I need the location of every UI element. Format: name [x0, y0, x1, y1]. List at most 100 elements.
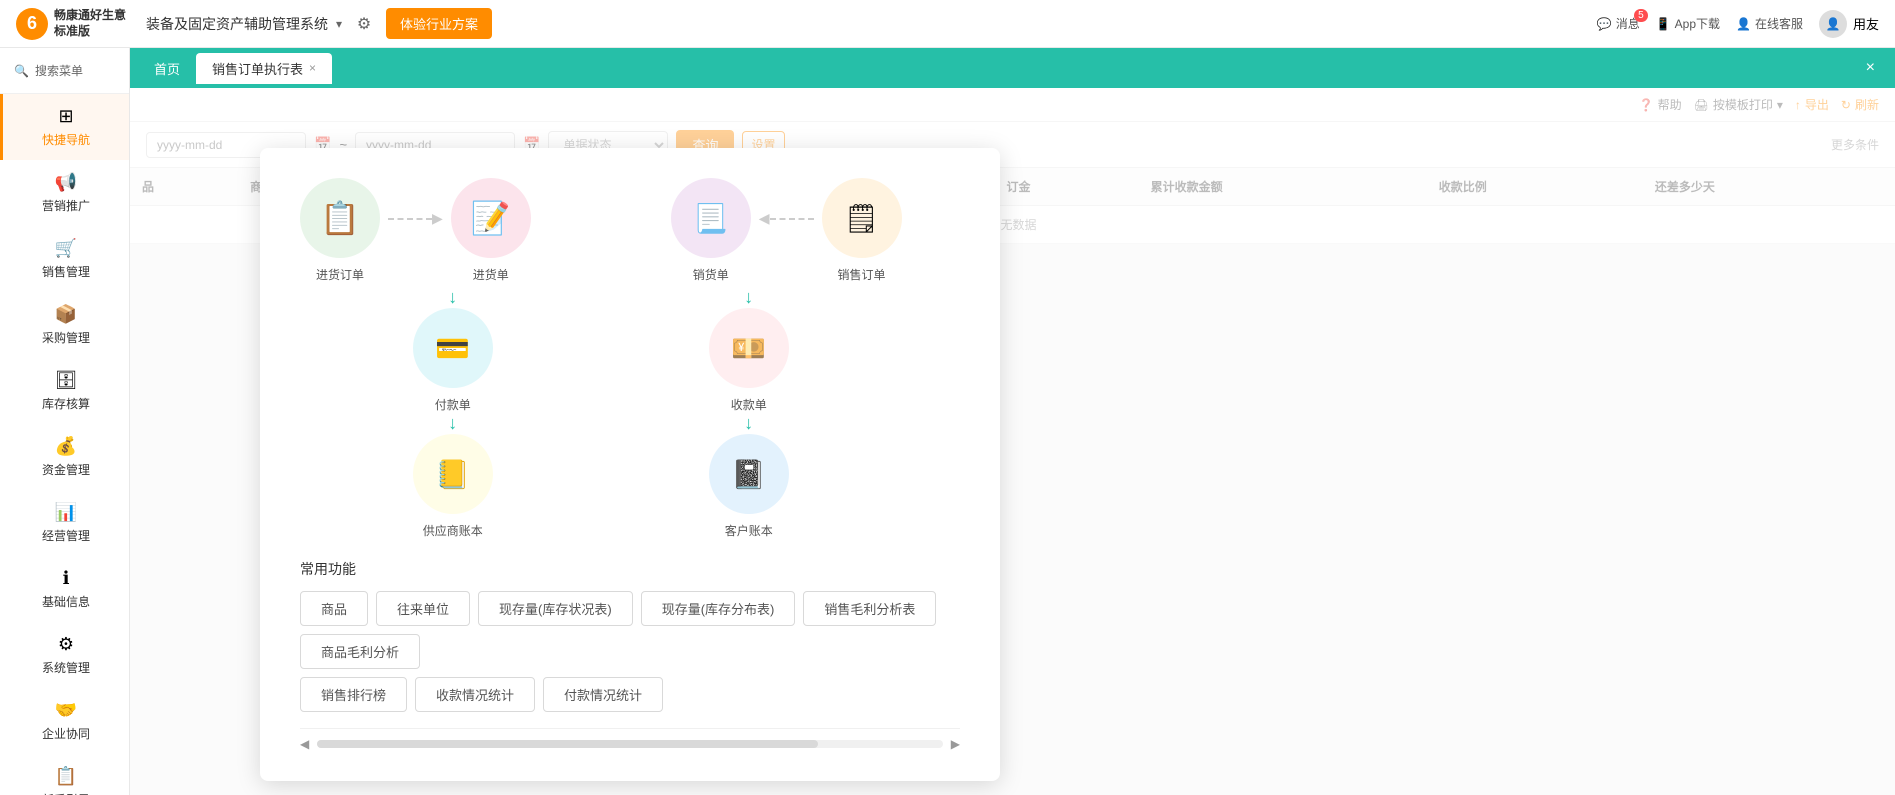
tab-bar: 首页 销售订单执行表 × × — [130, 48, 1895, 88]
mobile-icon: 📱 — [1656, 17, 1671, 31]
func-btn-payment-stats[interactable]: 付款情况统计 — [543, 677, 663, 712]
func-btn-product[interactable]: 商品 — [300, 591, 368, 626]
purchase-bill-node: 📝 — [451, 178, 531, 258]
service-icon: 👤 — [1736, 17, 1751, 31]
sales-bill-icon: 📃 — [693, 202, 728, 235]
modal-box: 📋 进货订单 ▶ — [260, 148, 1000, 781]
system-title: 装备及固定资产辅助管理系统 — [146, 14, 328, 34]
app-download-label: App下载 — [1675, 15, 1720, 32]
purchase-icon: 📦 — [55, 304, 77, 325]
purchase-order-label: 进货订单 — [316, 266, 364, 283]
tab-close-icon[interactable]: × — [309, 61, 316, 75]
header-right: 💬 消息 5 📱 App下载 👤 在线客服 👤 用友 — [1597, 10, 1879, 38]
sidebar-item-guide[interactable]: 📋 新手引导 — [0, 754, 129, 795]
sales-order-label: 销售订单 — [838, 266, 886, 283]
receipt-bill-label: 收款单 — [731, 396, 767, 413]
arrow-down-customer: ↓ — [744, 413, 753, 434]
sales-bill-node: 📃 — [671, 178, 751, 258]
operation-icon: 📊 — [55, 502, 77, 523]
sidebar-label-marketing: 营销推广 — [42, 197, 90, 214]
payment-bill-label: 付款单 — [435, 396, 471, 413]
search-icon: 🔍 — [14, 64, 29, 78]
main-close-btn[interactable]: × — [1854, 59, 1887, 77]
cooperation-icon: 🤝 — [55, 700, 77, 721]
sidebar-label-sales: 销售管理 — [42, 263, 90, 280]
customer-account-icon: 📓 — [731, 458, 766, 491]
scrollbar-thumb — [317, 740, 817, 748]
func-btn-product-profit[interactable]: 商品毛利分析 — [300, 634, 420, 669]
sidebar-label-guide: 新手引导 — [42, 791, 90, 795]
logo-text: 畅康通好生意 标准版 — [54, 8, 126, 39]
scrollbar-track — [317, 740, 943, 748]
sidebar-label-inventory: 库存核算 — [42, 395, 90, 412]
purchase-bill-icon: 📝 — [471, 199, 511, 237]
sidebar-item-sales[interactable]: 🛒 销售管理 — [0, 226, 129, 292]
payment-bill-node: 💳 — [413, 308, 493, 388]
app-download-item[interactable]: 📱 App下载 — [1656, 15, 1720, 32]
sidebar-item-basic[interactable]: ℹ 基础信息 — [0, 556, 129, 622]
purchase-order-icon: 📋 — [320, 199, 360, 237]
header-center: 装备及固定资产辅助管理系统 ▾ ⚙ 体验行业方案 — [146, 8, 1597, 39]
customer-account-label: 客户账本 — [725, 522, 773, 539]
func-btn-contact[interactable]: 往来单位 — [376, 591, 470, 626]
search-menu-btn[interactable]: 🔍 搜索菜单 — [8, 58, 121, 83]
sidebar-item-purchase[interactable]: 📦 采购管理 — [0, 292, 129, 358]
common-functions: 常用功能 商品 往来单位 现存量(库存状况表) 现存量(库存分布表) 销售毛利分… — [300, 559, 960, 712]
sidebar-item-system[interactable]: ⚙ 系统管理 — [0, 622, 129, 688]
purchase-bill-label: 进货单 — [473, 266, 509, 283]
arrow-down-receipt: ↓ — [744, 287, 753, 308]
sidebar-item-operation[interactable]: 📊 经营管理 — [0, 490, 129, 556]
message-item[interactable]: 💬 消息 5 — [1597, 15, 1640, 32]
basic-icon: ℹ — [63, 568, 70, 589]
sidebar-item-cooperation[interactable]: 🤝 企业协同 — [0, 688, 129, 754]
supplier-account-label: 供应商账本 — [423, 522, 483, 539]
supplier-account-node: 📒 — [413, 434, 493, 514]
settings-btn[interactable]: ⚙ — [350, 10, 378, 38]
sidebar-item-marketing[interactable]: 📢 营销推广 — [0, 160, 129, 226]
sidebar-item-inventory[interactable]: 🗄 库存核算 — [0, 358, 129, 424]
func-btn-receipt-stats[interactable]: 收款情况统计 — [415, 677, 535, 712]
sidebar-label-cooperation: 企业协同 — [42, 725, 90, 742]
tab-sales-order-label: 销售订单执行表 — [212, 59, 303, 78]
sidebar-label-finance: 资金管理 — [42, 461, 90, 478]
online-service-item[interactable]: 👤 在线客服 — [1736, 15, 1803, 32]
inventory-icon: 🗄 — [55, 370, 78, 391]
experience-btn[interactable]: 体验行业方案 — [386, 8, 492, 39]
search-menu-label: 搜索菜单 — [35, 62, 83, 79]
tab-home-label: 首页 — [154, 59, 180, 78]
tab-sales-order[interactable]: 销售订单执行表 × — [196, 53, 332, 84]
marketing-icon: 📢 — [55, 172, 77, 193]
func-btn-sales-profit[interactable]: 销售毛利分析表 — [803, 591, 936, 626]
sidebar-label-operation: 经营管理 — [42, 527, 90, 544]
content-area: 首页 销售订单执行表 × × ❓ 帮助 — [130, 48, 1895, 795]
sidebar-label-basic: 基础信息 — [42, 593, 90, 610]
sales-order-icon: 🗒 — [844, 202, 880, 235]
func-btn-sales-ranking[interactable]: 销售排行榜 — [300, 677, 407, 712]
system-icon: ⚙ — [58, 634, 74, 655]
message-icon: 💬 — [1597, 17, 1612, 31]
sidebar-item-quick-nav[interactable]: ⊞ 快捷导航 — [0, 94, 129, 160]
modal-scrollbar: ◀ ▶ — [300, 728, 960, 751]
common-functions-title: 常用功能 — [300, 559, 960, 579]
sidebar-item-finance[interactable]: 💰 资金管理 — [0, 424, 129, 490]
system-dropdown-btn[interactable]: ▾ — [336, 17, 342, 31]
sidebar: 🔍 搜索菜单 ⊞ 快捷导航 📢 营销推广 🛒 销售管理 📦 采购管理 — [0, 48, 130, 795]
message-badge: 5 — [1634, 9, 1648, 22]
quick-nav-icon: ⊞ — [58, 106, 73, 127]
tab-home[interactable]: 首页 — [138, 53, 196, 84]
scroll-right-btn[interactable]: ▶ — [951, 737, 960, 751]
func-btn-stock-dist[interactable]: 现存量(库存分布表) — [641, 591, 796, 626]
receipt-bill-icon: 💴 — [731, 332, 766, 365]
user-name: 用友 — [1853, 14, 1879, 33]
page-content: ❓ 帮助 🖨 按模板打印 ▾ ↑ 导出 ↻ — [130, 88, 1895, 795]
func-btn-stock-status[interactable]: 现存量(库存状况表) — [478, 591, 633, 626]
finance-icon: 💰 — [55, 436, 77, 457]
user-area[interactable]: 👤 用友 — [1819, 10, 1879, 38]
guide-icon: 📋 — [55, 766, 77, 787]
arrow-down-payment: ↓ — [448, 287, 457, 308]
scroll-left-btn[interactable]: ◀ — [300, 737, 309, 751]
function-buttons-row2: 销售排行榜 收款情况统计 付款情况统计 — [300, 677, 960, 712]
sales-icon: 🛒 — [55, 238, 77, 259]
logo-area: 6 畅康通好生意 标准版 — [16, 8, 146, 40]
customer-account-node: 📓 — [709, 434, 789, 514]
